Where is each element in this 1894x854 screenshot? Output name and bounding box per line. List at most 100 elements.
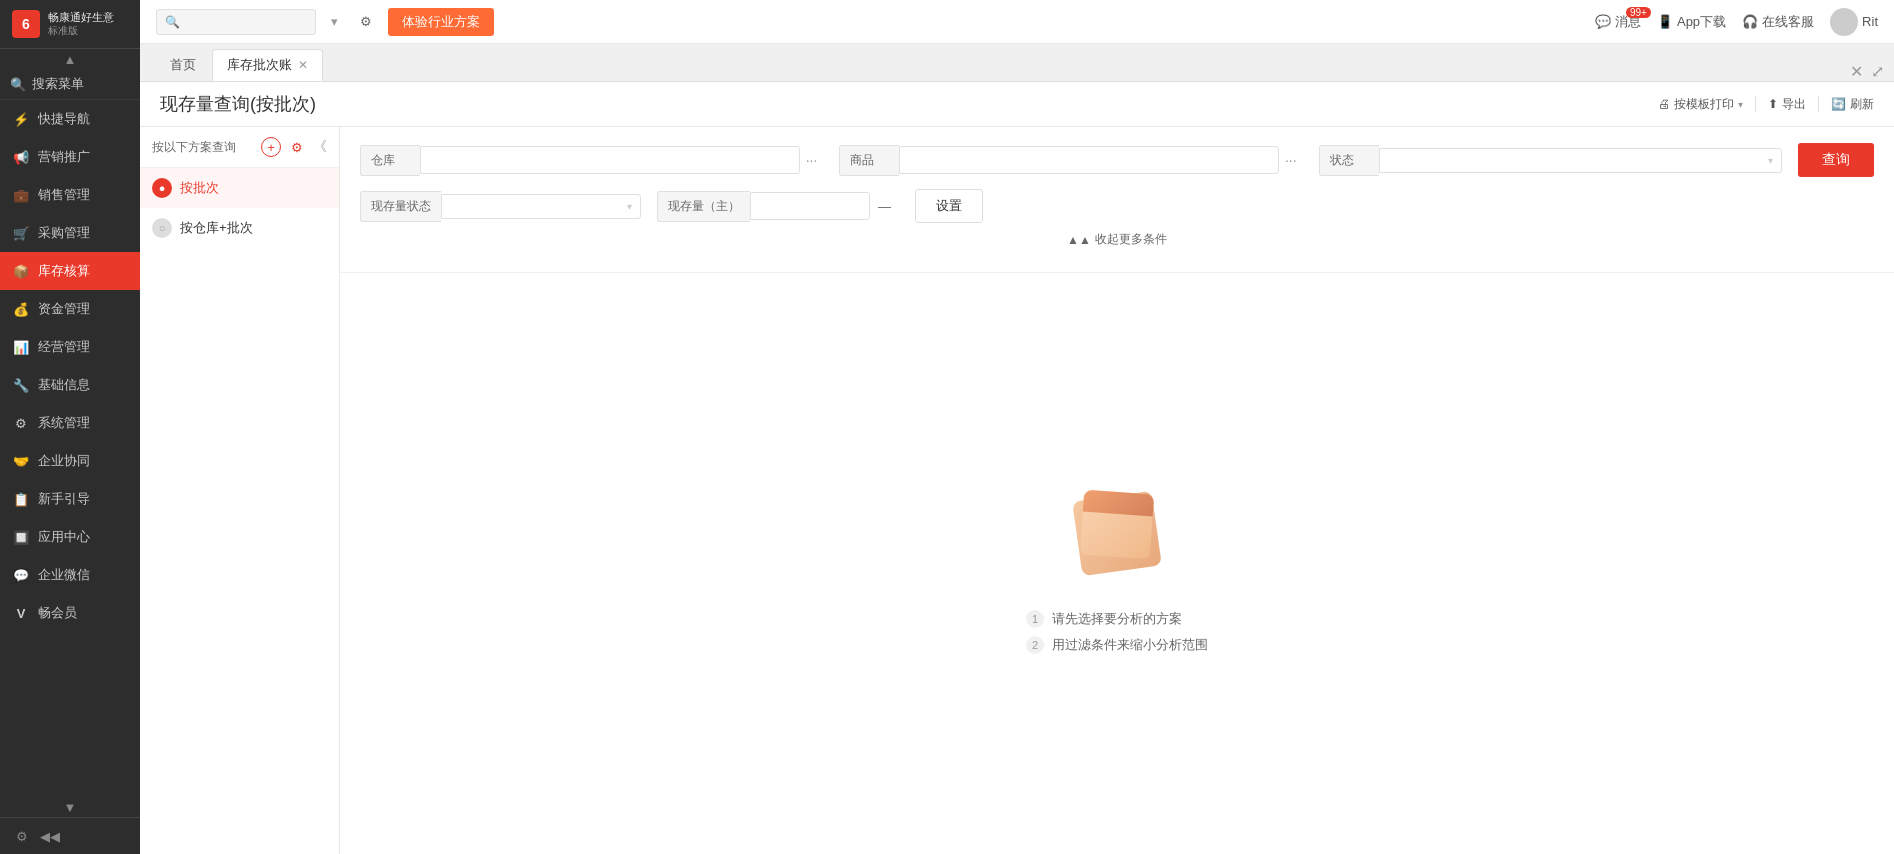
sidebar-search-item[interactable]: 🔍 搜索菜单 [0, 69, 140, 100]
messages-badge: 99+ [1626, 7, 1651, 18]
online-service-label: 在线客服 [1762, 13, 1814, 31]
sidebar-item-label: 采购管理 [38, 224, 90, 242]
tab-panel-close-icon[interactable]: ✕ [1850, 62, 1863, 81]
sidebar-item-purchase[interactable]: 🛒 采购管理 [0, 214, 140, 252]
collapse-arrow-icon: ▲▲ [1067, 233, 1091, 247]
sidebar-header: 6 畅康通好生意 标准版 [0, 0, 140, 49]
messages-action[interactable]: 💬 消息 99+ [1595, 13, 1641, 31]
empty-box-lid [1083, 489, 1154, 516]
product-more-icon[interactable]: ··· [1279, 152, 1303, 168]
export-btn[interactable]: ⬆ 导出 [1768, 96, 1806, 113]
page-header: 现存量查询(按批次) 🖨 按模板打印 ▾ ⬆ 导出 🔄 [140, 82, 1894, 127]
status-select[interactable]: ▾ [1379, 148, 1782, 173]
tab-home[interactable]: 首页 [156, 49, 210, 81]
sidebar-item-label: 经营管理 [38, 338, 90, 356]
stock-status-filter-group: 现存量状态 ▾ [360, 191, 641, 222]
scheme-warehouse-batch-label: 按仓库+批次 [180, 219, 253, 237]
sidebar-item-label: 销售管理 [38, 186, 90, 204]
topbar-dropdown-icon[interactable]: ▾ [324, 12, 344, 32]
basic-icon: 🔧 [12, 376, 30, 394]
topbar-search-box[interactable]: 🔍 [156, 9, 316, 35]
filter-row-2: 现存量状态 ▾ 现存量（主） [360, 189, 1874, 223]
product-input[interactable] [899, 146, 1279, 174]
edition-label: 标准版 [48, 24, 114, 38]
main-layout: 按以下方案查询 + ⚙ 《 ● 按批次 ○ 按仓库+批次 [140, 127, 1894, 854]
print-btn[interactable]: 🖨 按模板打印 ▾ [1658, 96, 1743, 113]
sidebar-item-label: 企业微信 [38, 566, 90, 584]
guide-icon: 📋 [12, 490, 30, 508]
empty-state: 1 请先选择要分析的方案 2 用过滤条件来缩小分析范围 [340, 273, 1894, 854]
app-download-action[interactable]: 📱 App下载 [1657, 13, 1726, 31]
topbar-settings-icon[interactable]: ⚙ [352, 8, 380, 36]
footer-collapse-icon[interactable]: ◀◀ [40, 826, 60, 846]
stock-amount-filter-group: 现存量（主） — [657, 191, 899, 222]
sidebar-scroll-up[interactable]: ▲ [0, 49, 140, 69]
print-dropdown-icon[interactable]: ▾ [1738, 99, 1743, 110]
sidebar-item-member[interactable]: V 畅会员 [0, 594, 140, 632]
hint-text-1: 请先选择要分析的方案 [1052, 610, 1182, 628]
wechat-icon: 💬 [12, 566, 30, 584]
sidebar-item-enterprise[interactable]: 🤝 企业协同 [0, 442, 140, 480]
online-service-icon: 🎧 [1742, 14, 1758, 29]
scheme-item-batch[interactable]: ● 按批次 [140, 168, 339, 208]
stock-amount-label: 现存量（主） [657, 191, 750, 222]
sidebar-item-marketing[interactable]: 📢 营销推广 [0, 138, 140, 176]
user-action[interactable]: Rit [1830, 8, 1878, 36]
main-area: 🔍 ▾ ⚙ 体验行业方案 💬 消息 99+ 📱 App下载 🎧 [140, 0, 1894, 854]
search-menu-icon: 🔍 [10, 77, 26, 92]
topbar-right: 💬 消息 99+ 📱 App下载 🎧 在线客服 Rit [1595, 8, 1878, 36]
collapse-conditions-btn[interactable]: ▲▲ 收起更多条件 [360, 223, 1874, 256]
query-button[interactable]: 查询 [1798, 143, 1874, 177]
left-panel-actions: + ⚙ 《 [261, 137, 327, 157]
hint-item-1: 1 请先选择要分析的方案 [1026, 610, 1208, 628]
tab-inventory-batch[interactable]: 库存批次账 ✕ [212, 49, 323, 81]
purchase-icon: 🛒 [12, 224, 30, 242]
warehouse-input[interactable] [420, 146, 800, 174]
tab-panel-expand-icon[interactable]: ⤢ [1871, 62, 1884, 81]
sidebar-item-appstore[interactable]: 🔲 应用中心 [0, 518, 140, 556]
settings-button[interactable]: 设置 [915, 189, 983, 223]
add-scheme-icon[interactable]: + [261, 137, 281, 157]
empty-illustration [1057, 474, 1177, 594]
scheme-batch-label: 按批次 [180, 179, 219, 197]
sidebar-item-wechat[interactable]: 💬 企业微信 [0, 556, 140, 594]
topbar-search-icon: 🔍 [165, 15, 180, 29]
finance-icon: 💰 [12, 300, 30, 318]
sidebar-scroll-down[interactable]: ▼ [0, 797, 140, 817]
export-label: 导出 [1782, 96, 1806, 113]
sidebar-item-inventory[interactable]: 📦 库存核算 [0, 252, 140, 290]
sidebar-search-label: 搜索菜单 [32, 75, 84, 93]
print-label: 按模板打印 [1674, 96, 1734, 113]
online-service-action[interactable]: 🎧 在线客服 [1742, 13, 1814, 31]
sidebar-item-system[interactable]: ⚙ 系统管理 [0, 404, 140, 442]
status-label: 状态 [1319, 145, 1379, 176]
collapse-left-panel-icon[interactable]: 《 [313, 138, 327, 156]
sidebar-item-label: 畅会员 [38, 604, 77, 622]
sidebar-item-guide[interactable]: 📋 新手引导 [0, 480, 140, 518]
sidebar-item-basic[interactable]: 🔧 基础信息 [0, 366, 140, 404]
warehouse-more-icon[interactable]: ··· [800, 152, 824, 168]
app-title-block: 畅康通好生意 标准版 [48, 10, 114, 38]
stock-amount-min-input[interactable] [750, 192, 870, 220]
warehouse-label: 仓库 [360, 145, 420, 176]
username-label: Rit [1862, 14, 1878, 29]
manage-scheme-icon[interactable]: ⚙ [287, 137, 307, 157]
sidebar-item-sales[interactable]: 💼 销售管理 [0, 176, 140, 214]
footer-settings-icon[interactable]: ⚙ [12, 826, 32, 846]
inventory-icon: 📦 [12, 262, 30, 280]
print-icon: 🖨 [1658, 97, 1670, 111]
stock-status-select[interactable]: ▾ [441, 194, 641, 219]
shortcut-icon: ⚡ [12, 110, 30, 128]
scheme-item-warehouse-batch[interactable]: ○ 按仓库+批次 [140, 208, 339, 248]
refresh-btn[interactable]: 🔄 刷新 [1831, 96, 1874, 113]
industry-btn[interactable]: 体验行业方案 [388, 8, 494, 36]
stock-status-label: 现存量状态 [360, 191, 441, 222]
app-download-label: App下载 [1677, 13, 1726, 31]
topbar: 🔍 ▾ ⚙ 体验行业方案 💬 消息 99+ 📱 App下载 🎧 [140, 0, 1894, 44]
sidebar-item-shortcut[interactable]: ⚡ 快捷导航 [0, 100, 140, 138]
tab-close-icon[interactable]: ✕ [298, 58, 308, 72]
sidebar-item-operations[interactable]: 📊 经营管理 [0, 328, 140, 366]
sidebar-item-finance[interactable]: 💰 资金管理 [0, 290, 140, 328]
company-name: 畅康通好生意 [48, 10, 114, 24]
page-actions: 🖨 按模板打印 ▾ ⬆ 导出 🔄 刷新 [1658, 96, 1874, 113]
